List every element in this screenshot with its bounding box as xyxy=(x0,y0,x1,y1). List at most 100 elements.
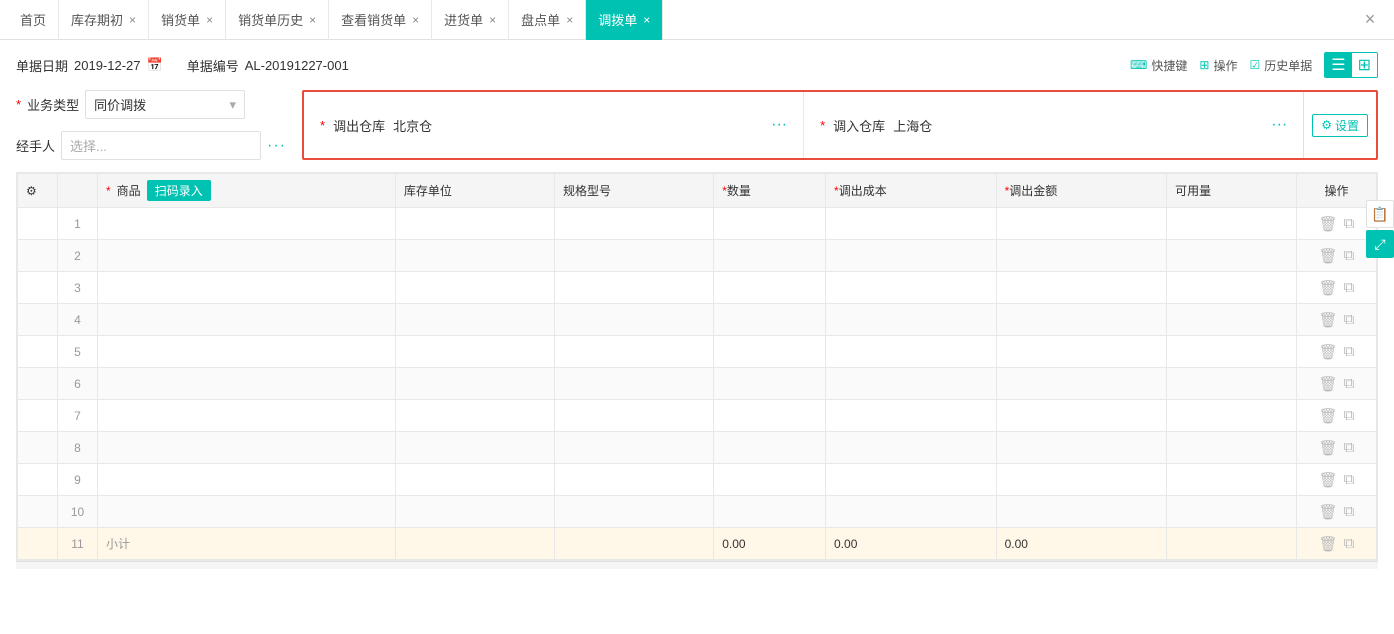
row-amount-cell[interactable] xyxy=(996,432,1167,464)
row-amount-cell[interactable] xyxy=(996,272,1167,304)
tab-inventory-init[interactable]: 库存期初 × xyxy=(59,0,149,40)
row-unit-cell[interactable] xyxy=(395,496,554,528)
row-qty-cell[interactable] xyxy=(714,400,826,432)
row-copy-icon[interactable]: ⧉ xyxy=(1344,311,1355,328)
row-unit-cell[interactable] xyxy=(395,304,554,336)
row-spec-cell[interactable] xyxy=(555,496,714,528)
row-delete-icon[interactable]: 🗑 xyxy=(1319,247,1338,265)
row-qty-cell[interactable] xyxy=(714,464,826,496)
subtotal-delete-icon[interactable]: 🗑 xyxy=(1319,535,1338,553)
row-copy-icon[interactable]: ⧉ xyxy=(1344,407,1355,424)
row-delete-icon[interactable]: 🗑 xyxy=(1319,471,1338,489)
grid-list-btn[interactable]: ☰ xyxy=(1325,53,1351,77)
row-copy-icon[interactable]: ⧉ xyxy=(1344,343,1355,360)
row-copy-icon[interactable]: ⧉ xyxy=(1344,471,1355,488)
row-delete-icon[interactable]: 🗑 xyxy=(1319,407,1338,425)
row-amount-cell[interactable] xyxy=(996,464,1167,496)
tab-inventory-init-close[interactable]: × xyxy=(129,13,136,27)
subtotal-copy-icon[interactable]: ⧉ xyxy=(1344,535,1355,552)
tab-view-sales-close[interactable]: × xyxy=(412,13,419,27)
row-copy-icon[interactable]: ⧉ xyxy=(1344,247,1355,264)
tab-home[interactable]: 首页 xyxy=(8,0,59,40)
row-qty-cell[interactable] xyxy=(714,240,826,272)
tab-view-sales[interactable]: 查看销货单 × xyxy=(329,0,432,40)
row-unit-cell[interactable] xyxy=(395,240,554,272)
tab-transfer[interactable]: 调拨单 × xyxy=(586,0,663,40)
tab-sales-order-close[interactable]: × xyxy=(206,13,213,27)
scan-entry-button[interactable]: 扫码录入 xyxy=(147,180,211,201)
row-cost-cell[interactable] xyxy=(826,272,997,304)
row-amount-cell[interactable] xyxy=(996,208,1167,240)
row-cost-cell[interactable] xyxy=(826,240,997,272)
tab-inventory-check-close[interactable]: × xyxy=(566,13,573,27)
operations-btn[interactable]: ⊞ 操作 xyxy=(1199,57,1237,74)
tab-transfer-close[interactable]: × xyxy=(643,13,650,27)
tab-purchase[interactable]: 进货单 × xyxy=(432,0,509,40)
row-unit-cell[interactable] xyxy=(395,464,554,496)
row-qty-cell[interactable] xyxy=(714,336,826,368)
tab-inventory-check[interactable]: 盘点单 × xyxy=(509,0,586,40)
row-qty-cell[interactable] xyxy=(714,368,826,400)
tab-sales-order[interactable]: 销货单 × xyxy=(149,0,226,40)
row-product-cell[interactable] xyxy=(98,240,396,272)
row-cost-cell[interactable] xyxy=(826,304,997,336)
row-copy-icon[interactable]: ⧉ xyxy=(1344,375,1355,392)
right-tool-expand[interactable]: ⤢ xyxy=(1366,230,1394,258)
tab-sales-history-close[interactable]: × xyxy=(309,13,316,27)
row-unit-cell[interactable] xyxy=(395,336,554,368)
business-type-select[interactable]: 同价调拨 ▾ xyxy=(85,90,245,119)
row-delete-icon[interactable]: 🗑 xyxy=(1319,439,1338,457)
row-amount-cell[interactable] xyxy=(996,368,1167,400)
row-delete-icon[interactable]: 🗑 xyxy=(1319,215,1338,233)
row-qty-cell[interactable] xyxy=(714,304,826,336)
tab-purchase-close[interactable]: × xyxy=(489,13,496,27)
row-delete-icon[interactable]: 🗑 xyxy=(1319,503,1338,521)
row-cost-cell[interactable] xyxy=(826,464,997,496)
row-spec-cell[interactable] xyxy=(555,272,714,304)
row-delete-icon[interactable]: 🗑 xyxy=(1319,311,1338,329)
row-unit-cell[interactable] xyxy=(395,432,554,464)
settings-button[interactable]: ⚙ 设置 xyxy=(1312,114,1368,137)
row-unit-cell[interactable] xyxy=(395,272,554,304)
row-delete-icon[interactable]: 🗑 xyxy=(1319,343,1338,361)
row-cost-cell[interactable] xyxy=(826,208,997,240)
history-btn[interactable]: ☑ 历史单据 xyxy=(1249,57,1312,74)
row-spec-cell[interactable] xyxy=(555,368,714,400)
row-product-cell[interactable] xyxy=(98,336,396,368)
row-product-cell[interactable] xyxy=(98,496,396,528)
row-copy-icon[interactable]: ⧉ xyxy=(1344,215,1355,232)
row-spec-cell[interactable] xyxy=(555,400,714,432)
row-qty-cell[interactable] xyxy=(714,208,826,240)
row-qty-cell[interactable] xyxy=(714,272,826,304)
row-amount-cell[interactable] xyxy=(996,400,1167,432)
row-product-cell[interactable] xyxy=(98,208,396,240)
th-gear[interactable]: ⚙ xyxy=(18,174,58,208)
right-tool-note[interactable]: 📋 xyxy=(1366,200,1394,228)
tab-bar-close-all[interactable]: × xyxy=(1354,4,1386,36)
row-delete-icon[interactable]: 🗑 xyxy=(1319,279,1338,297)
row-delete-icon[interactable]: 🗑 xyxy=(1319,375,1338,393)
row-product-cell[interactable] xyxy=(98,368,396,400)
row-product-cell[interactable] xyxy=(98,304,396,336)
row-unit-cell[interactable] xyxy=(395,400,554,432)
shortcuts-btn[interactable]: ⌨ 快捷键 xyxy=(1130,57,1187,74)
row-cost-cell[interactable] xyxy=(826,496,997,528)
row-amount-cell[interactable] xyxy=(996,304,1167,336)
horizontal-scrollbar[interactable] xyxy=(16,561,1378,569)
row-copy-icon[interactable]: ⧉ xyxy=(1344,279,1355,296)
row-cost-cell[interactable] xyxy=(826,432,997,464)
row-unit-cell[interactable] xyxy=(395,208,554,240)
tab-sales-history[interactable]: 销货单历史 × xyxy=(226,0,329,40)
row-spec-cell[interactable] xyxy=(555,432,714,464)
grid-grid-btn[interactable]: ⊞ xyxy=(1352,53,1377,77)
row-spec-cell[interactable] xyxy=(555,208,714,240)
row-cost-cell[interactable] xyxy=(826,368,997,400)
row-product-cell[interactable] xyxy=(98,272,396,304)
row-copy-icon[interactable]: ⧉ xyxy=(1344,503,1355,520)
row-spec-cell[interactable] xyxy=(555,240,714,272)
row-spec-cell[interactable] xyxy=(555,464,714,496)
row-product-cell[interactable] xyxy=(98,432,396,464)
row-copy-icon[interactable]: ⧉ xyxy=(1344,439,1355,456)
row-qty-cell[interactable] xyxy=(714,432,826,464)
calendar-icon[interactable]: 📅 xyxy=(147,57,163,73)
